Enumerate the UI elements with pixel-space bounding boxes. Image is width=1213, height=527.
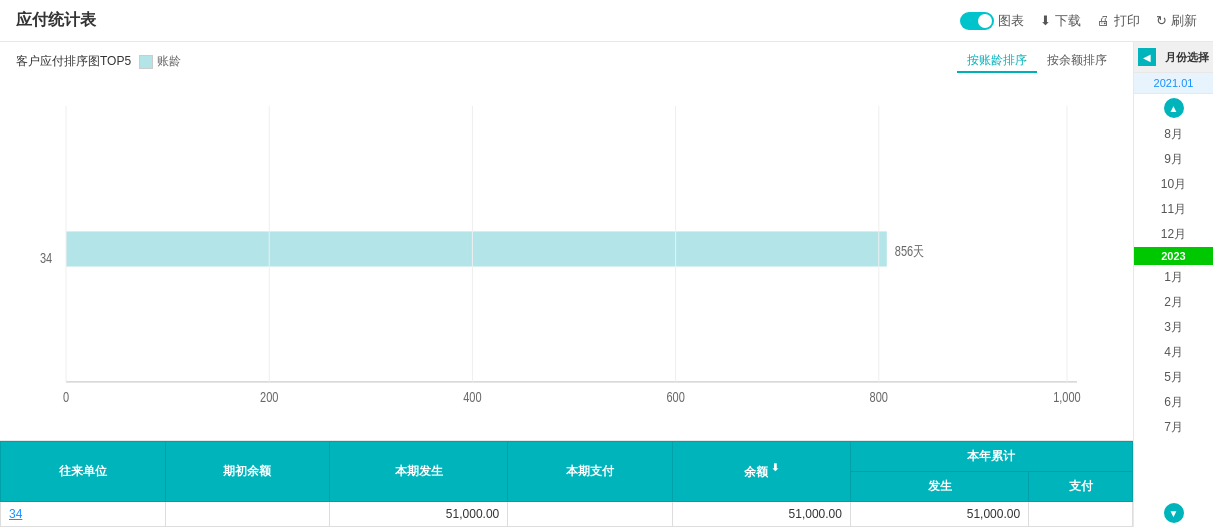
td-unit[interactable]: 34 [1, 502, 166, 527]
legend-box-label: 账龄 [157, 53, 181, 70]
sidebar-current-date: 2021.01 [1134, 73, 1213, 94]
month-item[interactable]: 3月 [1134, 315, 1213, 340]
th-ytd-group: 本年累计 [850, 442, 1132, 472]
sidebar-nav-down-button[interactable]: ▼ [1164, 503, 1184, 523]
refresh-button[interactable]: ↻ 刷新 [1156, 12, 1197, 30]
legend-item: 账龄 [139, 53, 181, 70]
svg-text:200: 200 [260, 390, 278, 405]
td-opening-balance [165, 502, 330, 527]
svg-text:400: 400 [463, 390, 481, 405]
sidebar-title: 月份选择 [1165, 50, 1209, 65]
svg-text:1,000: 1,000 [1053, 390, 1081, 405]
month-item[interactable]: 2月 [1134, 290, 1213, 315]
th-ytd-occurrence: 发生 [850, 472, 1028, 502]
month-sidebar: ◀ 月份选择 2021.01 ▲ 8月9月10月11月12月20231月2月3月… [1133, 42, 1213, 527]
header-actions: 图表 ⬇ 下载 🖨 打印 ↻ 刷新 [960, 12, 1197, 30]
td-period-payment [508, 502, 673, 527]
td-balance: 51,000.00 [672, 502, 850, 527]
svg-text:856天: 856天 [895, 244, 924, 259]
td-period-occurrence: 51,000.00 [330, 502, 508, 527]
toggle-switch-icon[interactable] [960, 12, 994, 30]
month-item[interactable]: 12月 [1134, 222, 1213, 247]
th-period-occurrence: 本期发生 [330, 442, 508, 502]
sidebar-collapse-button[interactable]: ◀ [1138, 48, 1156, 66]
sidebar-nav-up-button[interactable]: ▲ [1164, 98, 1184, 118]
chart-toggle[interactable]: 图表 [960, 12, 1024, 30]
month-item[interactable]: 8月 [1134, 122, 1213, 147]
td-ytd-payment [1029, 502, 1133, 527]
month-item[interactable]: 4月 [1134, 340, 1213, 365]
refresh-label: 刷新 [1171, 12, 1197, 30]
chart-area: 34 856天 0 200 400 600 800 1,000 [0, 81, 1133, 440]
month-item[interactable]: 1月 [1134, 265, 1213, 290]
legend-box-icon [139, 55, 153, 69]
refresh-icon: ↻ [1156, 13, 1167, 28]
th-period-payment: 本期支付 [508, 442, 673, 502]
data-table: 往来单位 期初余额 本期发生 本期支付 余额 ⬇ 本年累计 发生 [0, 441, 1133, 527]
legend-title: 客户应付排序图TOP5 [16, 53, 131, 70]
data-table-section: 往来单位 期初余额 本期发生 本期支付 余额 ⬇ 本年累计 发生 [0, 440, 1133, 527]
month-item[interactable]: 6月 [1134, 390, 1213, 415]
svg-text:0: 0 [63, 390, 69, 405]
page-title: 应付统计表 [16, 10, 96, 31]
th-balance: 余额 ⬇ [672, 442, 850, 502]
sort-by-age-button[interactable]: 按账龄排序 [957, 50, 1037, 73]
sidebar-months-list: 8月9月10月11月12月20231月2月3月4月5月6月7月 [1134, 122, 1213, 499]
month-item[interactable]: 9月 [1134, 147, 1213, 172]
svg-text:34: 34 [40, 251, 52, 266]
download-button[interactable]: ⬇ 下载 [1040, 12, 1081, 30]
print-icon: 🖨 [1097, 13, 1110, 28]
th-ytd-payment: 支付 [1029, 472, 1133, 502]
print-label: 打印 [1114, 12, 1140, 30]
download-icon: ⬇ [1040, 13, 1051, 28]
svg-rect-1 [66, 231, 887, 266]
month-item[interactable]: 5月 [1134, 365, 1213, 390]
sidebar-header: ◀ 月份选择 [1134, 42, 1213, 73]
th-unit: 往来单位 [1, 442, 166, 502]
svg-text:800: 800 [870, 390, 888, 405]
chart-sort-buttons: 按账龄排序 按余额排序 [957, 50, 1117, 73]
print-button[interactable]: 🖨 打印 [1097, 12, 1140, 30]
month-item[interactable]: 2023 [1134, 247, 1213, 265]
td-ytd-occurrence: 51,000.00 [850, 502, 1028, 527]
download-label: 下载 [1055, 12, 1081, 30]
sort-by-balance-button[interactable]: 按余额排序 [1037, 50, 1117, 73]
month-item[interactable]: 7月 [1134, 415, 1213, 440]
th-opening-balance: 期初余额 [165, 442, 330, 502]
chart-header: 客户应付排序图TOP5 账龄 按账龄排序 按余额排序 [0, 42, 1133, 81]
svg-text:600: 600 [666, 390, 684, 405]
chart-legend: 客户应付排序图TOP5 账龄 [16, 53, 181, 70]
bar-chart: 34 856天 0 200 400 600 800 1,000 [16, 81, 1117, 432]
month-item[interactable]: 10月 [1134, 172, 1213, 197]
month-item[interactable]: 11月 [1134, 197, 1213, 222]
chart-label: 图表 [998, 12, 1024, 30]
table-row: 34 51,000.00 51,000.00 51,000.00 [1, 502, 1133, 527]
